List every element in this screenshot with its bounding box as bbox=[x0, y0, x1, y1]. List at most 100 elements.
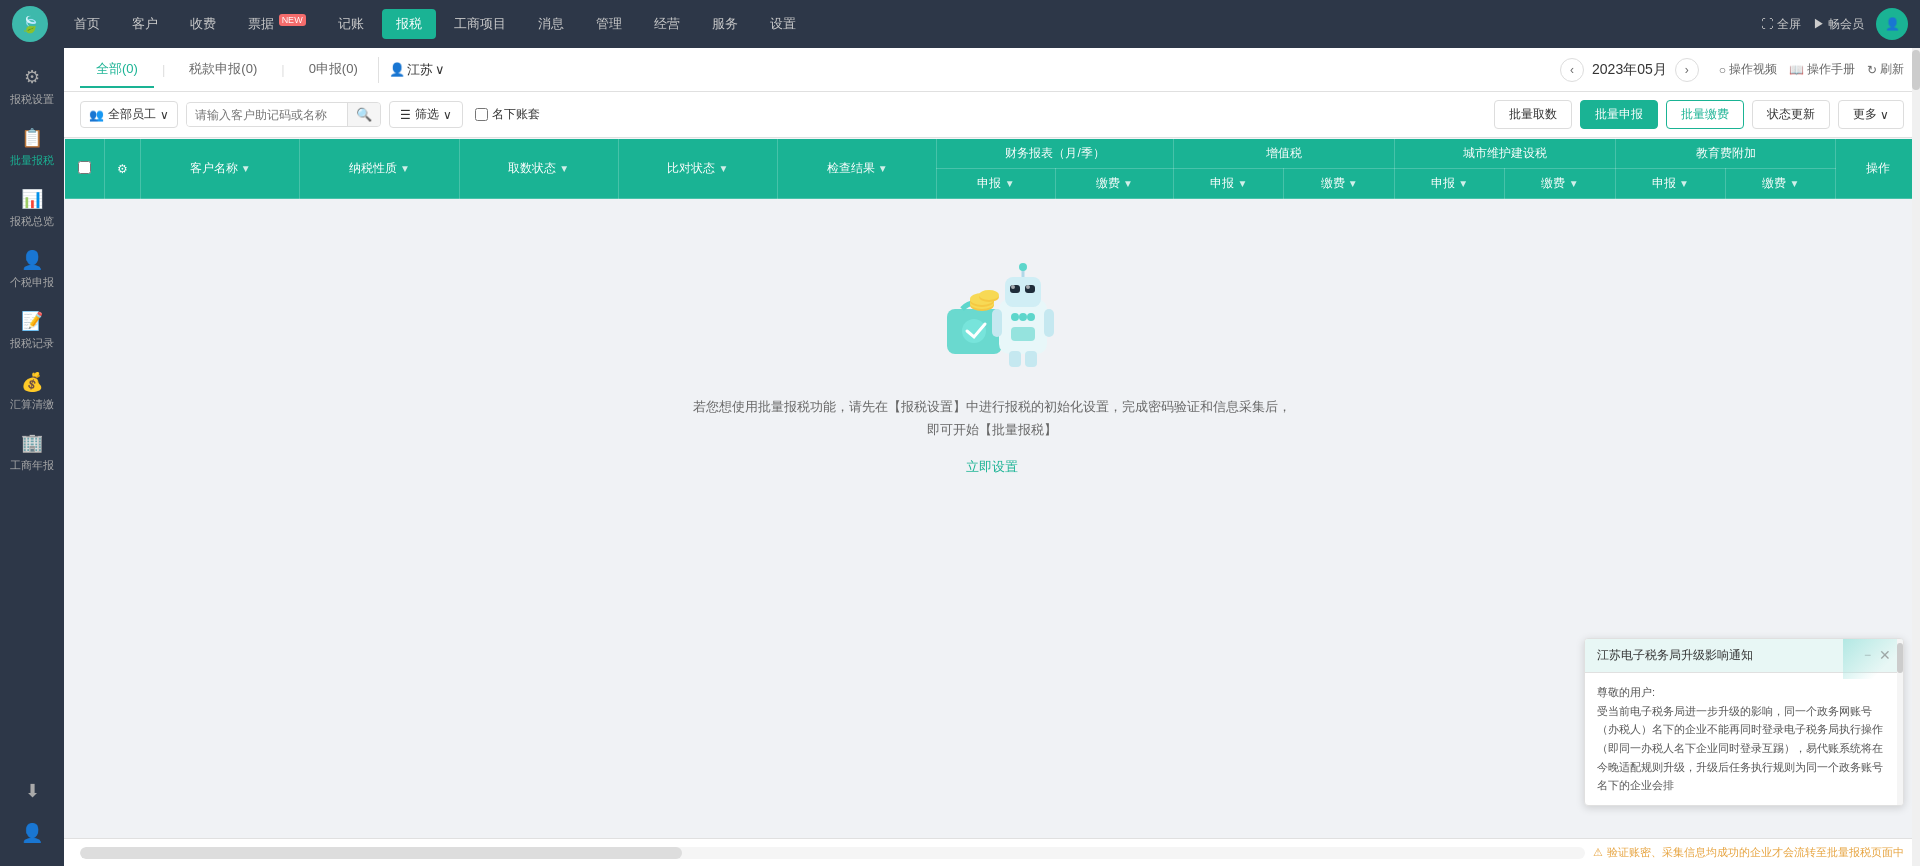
header-financial-report: 财务报表（月/季） bbox=[937, 139, 1174, 169]
header-compare-status: 比对状态 ▼ bbox=[618, 139, 777, 199]
header-fetch-status: 取数状态 ▼ bbox=[459, 139, 618, 199]
date-navigation: ‹ 2023年05月 › bbox=[1560, 58, 1699, 82]
sidebar-item-profile[interactable]: 👤 bbox=[0, 812, 64, 854]
filter-icon-fin-declare[interactable]: ▼ bbox=[1005, 178, 1015, 189]
search-button[interactable]: 🔍 bbox=[347, 103, 380, 126]
sidebar-item-personal-tax[interactable]: 👤 个税申报 bbox=[0, 239, 64, 300]
nav-manage[interactable]: 管理 bbox=[582, 9, 636, 39]
header-city-declare: 申报 ▼ bbox=[1394, 169, 1504, 199]
sidebar-item-annual-settlement[interactable]: 💰 汇算清缴 bbox=[0, 361, 64, 422]
select-icon: 👥 bbox=[89, 108, 104, 122]
operation-video-link[interactable]: ○ 操作视频 bbox=[1719, 61, 1777, 78]
search-input[interactable] bbox=[187, 104, 347, 126]
app-logo: 🍃 bbox=[12, 6, 48, 42]
tax-overview-icon: 📊 bbox=[21, 188, 43, 210]
header-vat: 增值税 bbox=[1174, 139, 1395, 169]
filter-icon-check[interactable]: ▼ bbox=[878, 163, 888, 174]
header-check-result: 检查结果 ▼ bbox=[778, 139, 937, 199]
main-scrollbar-thumb bbox=[1912, 50, 1920, 90]
sidebar-item-download[interactable]: ⬇ bbox=[0, 770, 64, 812]
header-financial-pay: 缴费 ▼ bbox=[1055, 169, 1173, 199]
filter-icon: ☰ bbox=[400, 108, 411, 122]
notification-content: 受当前电子税务局进一步升级的影响，同一个政务网账号（办税人）名下的企业不能再同时… bbox=[1597, 702, 1891, 795]
notification-decoration bbox=[1843, 639, 1903, 679]
nav-operation[interactable]: 经营 bbox=[640, 9, 694, 39]
tab-tax-declare[interactable]: 税款申报(0) bbox=[173, 52, 273, 88]
tab-all[interactable]: 全部(0) bbox=[80, 52, 154, 88]
nav-fee[interactable]: 收费 bbox=[176, 9, 230, 39]
filter-button[interactable]: ☰ 筛选 ∨ bbox=[389, 101, 463, 128]
subordinate-accounts-checkbox[interactable]: 名下账套 bbox=[475, 106, 540, 123]
more-button[interactable]: 更多 ∨ bbox=[1838, 100, 1904, 129]
filter-icon-vat-pay[interactable]: ▼ bbox=[1348, 178, 1358, 189]
nav-service[interactable]: 服务 bbox=[698, 9, 752, 39]
user-avatar[interactable]: 👤 bbox=[1876, 8, 1908, 40]
svg-rect-9 bbox=[1005, 277, 1041, 307]
sidebar-item-batch-tax[interactable]: 📋 批量报税 bbox=[0, 117, 64, 178]
search-input-wrapper: 🔍 bbox=[186, 102, 381, 127]
svg-point-19 bbox=[1019, 313, 1027, 321]
horizontal-scrollbar[interactable] bbox=[80, 847, 1585, 859]
tabs-bar: 全部(0) | 税款申报(0) | 0申报(0) 👤 江苏 ∨ ‹ 2023年0… bbox=[64, 48, 1920, 92]
employee-select[interactable]: 👥 全部员工 ∨ bbox=[80, 101, 178, 128]
nav-customer[interactable]: 客户 bbox=[118, 9, 172, 39]
batch-declare-button[interactable]: 批量申报 bbox=[1580, 100, 1658, 129]
svg-rect-23 bbox=[1025, 351, 1037, 367]
filter-icon-fetch[interactable]: ▼ bbox=[559, 163, 569, 174]
sidebar-item-tax-overview[interactable]: 📊 报税总览 bbox=[0, 178, 64, 239]
nav-settings[interactable]: 设置 bbox=[756, 9, 810, 39]
toolbar: 👥 全部员工 ∨ 🔍 ☰ 筛选 ∨ 名下账套 批量取数 批量申报 批量缴费 bbox=[64, 92, 1920, 138]
filter-icon-city-pay[interactable]: ▼ bbox=[1569, 178, 1579, 189]
sidebar-label-annual-report: 工商年报 bbox=[10, 458, 54, 473]
sidebar-label-personal-tax: 个税申报 bbox=[10, 275, 54, 290]
filter-icon-vat-declare[interactable]: ▼ bbox=[1237, 178, 1247, 189]
svg-rect-22 bbox=[1009, 351, 1021, 367]
personal-tax-icon: 👤 bbox=[21, 249, 43, 271]
header-checkbox-cell bbox=[65, 139, 105, 199]
nav-invoice[interactable]: 票据 NEW bbox=[234, 8, 320, 39]
nav-commerce[interactable]: 工商项目 bbox=[440, 9, 520, 39]
province-selector[interactable]: 👤 江苏 ∨ bbox=[378, 57, 455, 83]
nav-bookkeeping[interactable]: 记账 bbox=[324, 9, 378, 39]
tab-zero-declare[interactable]: 0申报(0) bbox=[293, 52, 374, 88]
operation-manual-link[interactable]: 📖 操作手册 bbox=[1789, 61, 1855, 78]
tax-settings-icon: ⚙ bbox=[21, 66, 43, 88]
filter-icon-city-declare[interactable]: ▼ bbox=[1458, 178, 1468, 189]
filter-icon-fin-pay[interactable]: ▼ bbox=[1123, 178, 1133, 189]
nav-message[interactable]: 消息 bbox=[524, 9, 578, 39]
refresh-button[interactable]: ↻ 刷新 bbox=[1867, 61, 1904, 78]
filter-icon-tax[interactable]: ▼ bbox=[400, 163, 410, 174]
nav-home[interactable]: 首页 bbox=[60, 9, 114, 39]
header-gear-cell[interactable]: ⚙ bbox=[105, 139, 141, 199]
sidebar-item-annual-report[interactable]: 🏢 工商年报 bbox=[0, 422, 64, 483]
notification-title: 江苏电子税务局升级影响通知 bbox=[1597, 647, 1753, 664]
header-city-construction: 城市维护建设税 bbox=[1394, 139, 1615, 169]
filter-icon-compare[interactable]: ▼ bbox=[719, 163, 729, 174]
checkbox-input[interactable] bbox=[475, 108, 488, 121]
status-update-button[interactable]: 状态更新 bbox=[1752, 100, 1830, 129]
nav-tax[interactable]: 报税 bbox=[382, 9, 436, 39]
fullscreen-button[interactable]: ⛶ 全屏 bbox=[1761, 16, 1800, 33]
main-scrollbar[interactable] bbox=[1912, 48, 1920, 866]
notification-scroll-thumb bbox=[1897, 643, 1903, 673]
tax-records-icon: 📝 bbox=[21, 310, 43, 332]
annual-report-icon: 🏢 bbox=[21, 432, 43, 454]
notification-text: 尊敬的用户: bbox=[1597, 683, 1891, 702]
filter-icon-customer[interactable]: ▼ bbox=[241, 163, 251, 174]
batch-pay-button[interactable]: 批量缴费 bbox=[1666, 100, 1744, 129]
sidebar-item-tax-records[interactable]: 📝 报税记录 bbox=[0, 300, 64, 361]
prev-month-button[interactable]: ‹ bbox=[1560, 58, 1584, 82]
employee-select-label: 全部员工 bbox=[108, 106, 156, 123]
batch-fetch-button[interactable]: 批量取数 bbox=[1494, 100, 1572, 129]
next-month-button[interactable]: › bbox=[1675, 58, 1699, 82]
notification-scrollbar[interactable] bbox=[1897, 639, 1903, 805]
tab-divider-1: | bbox=[162, 62, 165, 77]
filter-icon-edu-declare[interactable]: ▼ bbox=[1679, 178, 1689, 189]
more-chevron-icon: ∨ bbox=[1880, 108, 1889, 122]
setup-link[interactable]: 立即设置 bbox=[966, 458, 1018, 476]
filter-icon-edu-pay[interactable]: ▼ bbox=[1789, 178, 1799, 189]
sidebar-item-tax-settings[interactable]: ⚙ 报税设置 bbox=[0, 56, 64, 117]
tabs-right-actions: ○ 操作视频 📖 操作手册 ↻ 刷新 bbox=[1719, 61, 1904, 78]
select-all-checkbox[interactable] bbox=[78, 161, 91, 174]
vip-button[interactable]: ▶ 畅会员 bbox=[1813, 16, 1864, 33]
